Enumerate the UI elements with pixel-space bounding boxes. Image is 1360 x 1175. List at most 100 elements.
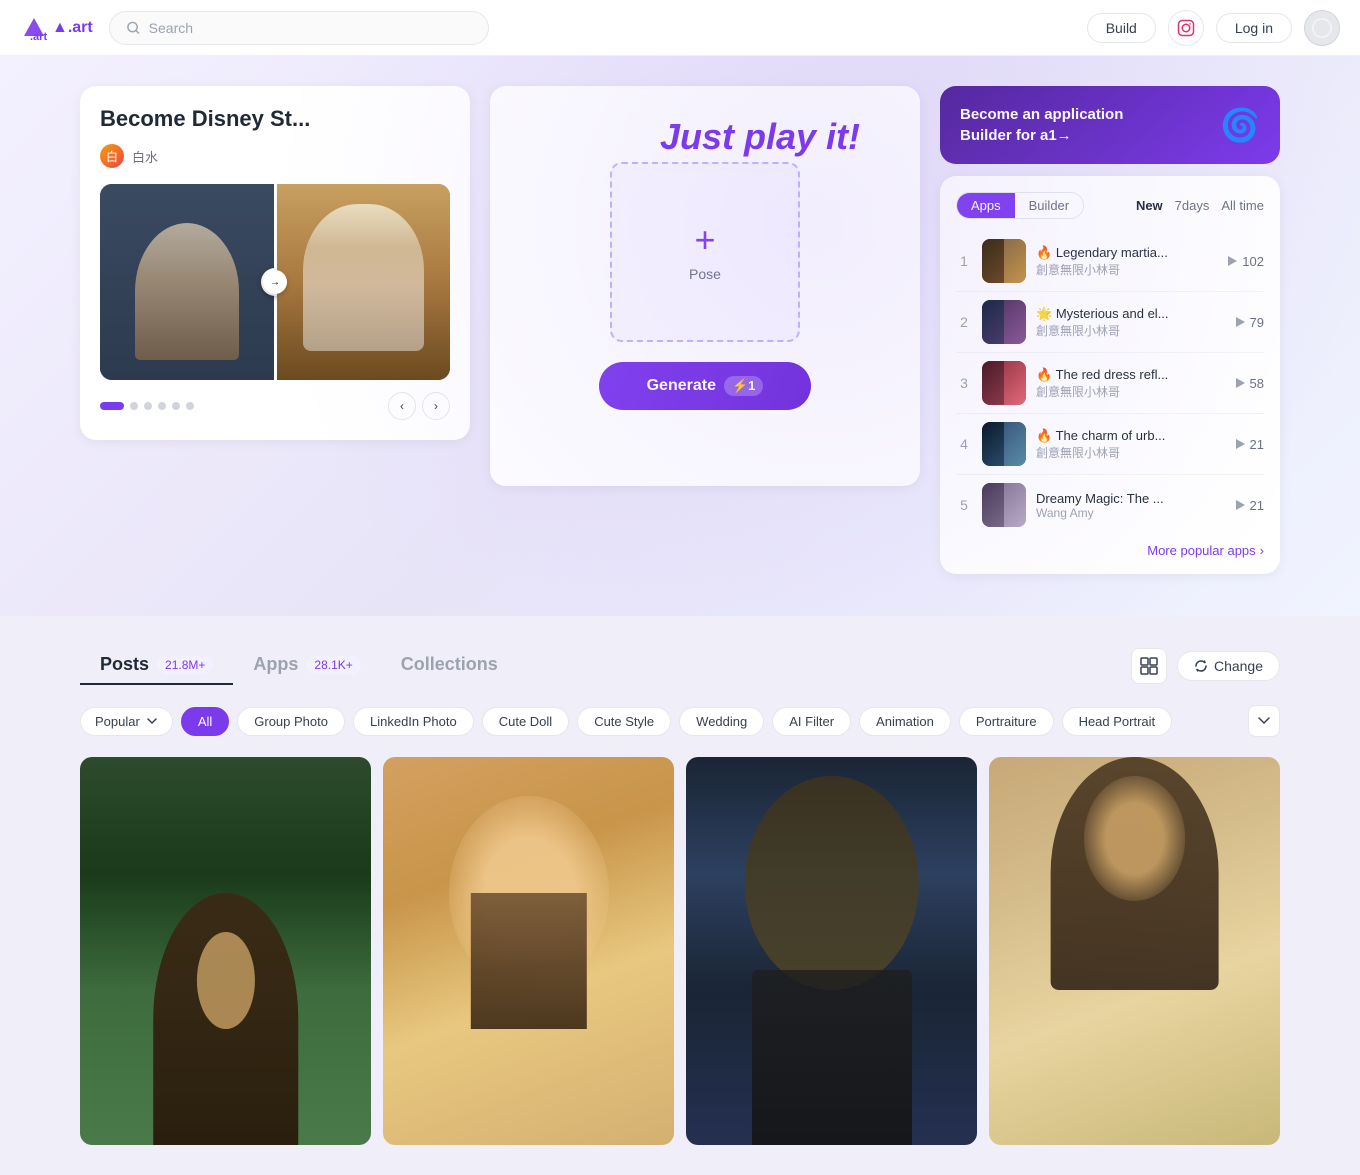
time-filters: New 7days All time bbox=[1136, 198, 1264, 213]
filter-tag-head-portrait[interactable]: Head Portrait bbox=[1062, 707, 1173, 736]
app-thumb-5 bbox=[982, 483, 1026, 527]
dot-2[interactable] bbox=[130, 402, 138, 410]
grid-toggle-button[interactable] bbox=[1131, 648, 1167, 684]
posts-section: Posts 21.8M+ Apps 28.1K+ Collections bbox=[0, 616, 1360, 1175]
build-button[interactable]: Build bbox=[1087, 13, 1156, 43]
app-emoji-1: 🔥 bbox=[1036, 245, 1052, 260]
change-button[interactable]: Change bbox=[1177, 651, 1280, 681]
tab-builder[interactable]: Builder bbox=[1015, 193, 1083, 218]
dot-6[interactable] bbox=[186, 402, 194, 410]
filter-dropdown-label: Popular bbox=[95, 714, 140, 729]
app-creator-1: 創意無限小林哥 bbox=[1036, 261, 1216, 278]
expand-icon bbox=[1257, 714, 1271, 728]
app-plays-3: 58 bbox=[1234, 376, 1264, 391]
image-card-2[interactable] bbox=[383, 757, 674, 1145]
tab-apps[interactable]: Apps bbox=[957, 193, 1015, 218]
avatar-icon bbox=[1312, 18, 1332, 38]
app-creator-5: Wang Amy bbox=[1036, 506, 1224, 520]
author-name: 白水 bbox=[132, 147, 158, 166]
filter-expand-button[interactable] bbox=[1248, 705, 1280, 737]
image-card-1[interactable] bbox=[80, 757, 371, 1145]
login-button[interactable]: Log in bbox=[1216, 13, 1292, 43]
app-info-2: 🌟 Mysterious and el... 創意無限小林哥 bbox=[1036, 306, 1224, 339]
app-item-4[interactable]: 4 🔥 The charm of urb... 創意無限小林哥 bbox=[956, 414, 1264, 475]
pose-box[interactable]: + Pose bbox=[610, 162, 800, 342]
filter-alltime[interactable]: All time bbox=[1221, 198, 1264, 213]
image-card-3[interactable] bbox=[686, 757, 977, 1145]
filter-tag-wedding[interactable]: Wedding bbox=[679, 707, 764, 736]
filter-new[interactable]: New bbox=[1136, 198, 1163, 213]
pose-plus-icon: + bbox=[694, 222, 715, 258]
search-input[interactable] bbox=[149, 20, 472, 36]
app-info-5: Dreamy Magic: The ... Wang Amy bbox=[1036, 491, 1224, 520]
change-label: Change bbox=[1214, 658, 1263, 674]
tab-collections[interactable]: Collections bbox=[381, 646, 518, 685]
app-thumb-3 bbox=[982, 361, 1026, 405]
filter-tag-all[interactable]: All bbox=[181, 707, 229, 736]
dot-4[interactable] bbox=[158, 402, 166, 410]
apps-tabs-row: Apps Builder New 7days All time bbox=[956, 192, 1264, 219]
instagram-button[interactable] bbox=[1168, 10, 1204, 46]
filter-tag-portraiture[interactable]: Portraiture bbox=[959, 707, 1054, 736]
filter-tag-linkedin[interactable]: LinkedIn Photo bbox=[353, 707, 474, 736]
app-item-5[interactable]: 5 Dreamy Magic: The ... Wang Amy bbox=[956, 475, 1264, 535]
filter-7days[interactable]: 7days bbox=[1175, 198, 1210, 213]
tab-posts[interactable]: Posts 21.8M+ bbox=[80, 646, 233, 685]
app-rank-3: 3 bbox=[956, 375, 972, 391]
generate-button[interactable]: Generate ⚡1 bbox=[599, 362, 812, 410]
filter-tag-cute-doll[interactable]: Cute Doll bbox=[482, 707, 569, 736]
input-image: Input bbox=[100, 184, 274, 380]
author-avatar: 白 bbox=[100, 144, 124, 168]
app-creator-4: 創意無限小林哥 bbox=[1036, 444, 1224, 461]
app-thumb-4 bbox=[982, 422, 1026, 466]
chevron-right-icon: › bbox=[1260, 543, 1264, 558]
play-icon-1 bbox=[1226, 255, 1238, 267]
play-count-1: 102 bbox=[1242, 254, 1264, 269]
generate-label: Generate bbox=[647, 377, 716, 395]
filter-tag-animation[interactable]: Animation bbox=[859, 707, 951, 736]
tab-collections-label: Collections bbox=[401, 654, 498, 675]
search-bar[interactable] bbox=[109, 11, 489, 45]
play-icon-5 bbox=[1234, 499, 1246, 511]
filter-tag-ai-filter[interactable]: AI Filter bbox=[772, 707, 851, 736]
posts-right: Change bbox=[1131, 648, 1280, 684]
app-title-1: Legendary martia... bbox=[1056, 245, 1168, 260]
builder-subtitle: Builder for a1→ bbox=[960, 125, 1123, 146]
filter-tag-cute-style[interactable]: Cute Style bbox=[577, 707, 671, 736]
app-item-2[interactable]: 2 🌟 Mysterious and el... 創意無限小林哥 bbox=[956, 292, 1264, 353]
logo-text: ▲.art bbox=[52, 19, 93, 37]
image-card-4[interactable] bbox=[989, 757, 1280, 1145]
next-arrow[interactable]: › bbox=[422, 392, 450, 420]
logo-icon: .art bbox=[20, 14, 48, 42]
filter-dropdown[interactable]: Popular bbox=[80, 707, 173, 736]
prev-arrow[interactable]: ‹ bbox=[388, 392, 416, 420]
tab-apps[interactable]: Apps 28.1K+ bbox=[233, 646, 380, 685]
generate-cost: ⚡1 bbox=[724, 376, 763, 396]
play-icon-2 bbox=[1234, 316, 1246, 328]
app-title-2: Mysterious and el... bbox=[1056, 306, 1169, 321]
dots-navigation: ‹ › bbox=[100, 392, 450, 420]
refresh-icon bbox=[1194, 659, 1208, 673]
dot-1[interactable] bbox=[100, 402, 124, 410]
dot-5[interactable] bbox=[172, 402, 180, 410]
right-card: Become an application Builder for a1→ 🌀 … bbox=[940, 86, 1280, 574]
app-title-4: The charm of urb... bbox=[1056, 428, 1166, 443]
app-emoji-4: 🔥 bbox=[1036, 428, 1052, 443]
app-item-1[interactable]: 1 🔥 Legendary martia... 創意無限小林哥 bbox=[956, 231, 1264, 292]
filter-tag-group-photo[interactable]: Group Photo bbox=[237, 707, 345, 736]
logo[interactable]: .art ▲.art bbox=[20, 14, 93, 42]
app-item-3[interactable]: 3 🔥 The red dress refl... 創意無限小林哥 bbox=[956, 353, 1264, 414]
app-info-3: 🔥 The red dress refl... 創意無限小林哥 bbox=[1036, 367, 1224, 400]
chevron-down-icon bbox=[146, 715, 158, 727]
play-count-3: 58 bbox=[1250, 376, 1264, 391]
posts-tabs: Posts 21.8M+ Apps 28.1K+ Collections bbox=[80, 646, 1280, 685]
more-popular-apps-link[interactable]: More popular apps › bbox=[956, 543, 1264, 558]
app-name-4: 🔥 The charm of urb... bbox=[1036, 428, 1224, 444]
app-rank-5: 5 bbox=[956, 497, 972, 513]
app-emoji-2: 🌟 bbox=[1036, 306, 1052, 321]
user-avatar[interactable] bbox=[1304, 10, 1340, 46]
comparison-image: Input → Result bbox=[100, 184, 450, 380]
search-icon bbox=[126, 20, 141, 36]
dot-3[interactable] bbox=[144, 402, 152, 410]
builder-banner[interactable]: Become an application Builder for a1→ 🌀 bbox=[940, 86, 1280, 164]
